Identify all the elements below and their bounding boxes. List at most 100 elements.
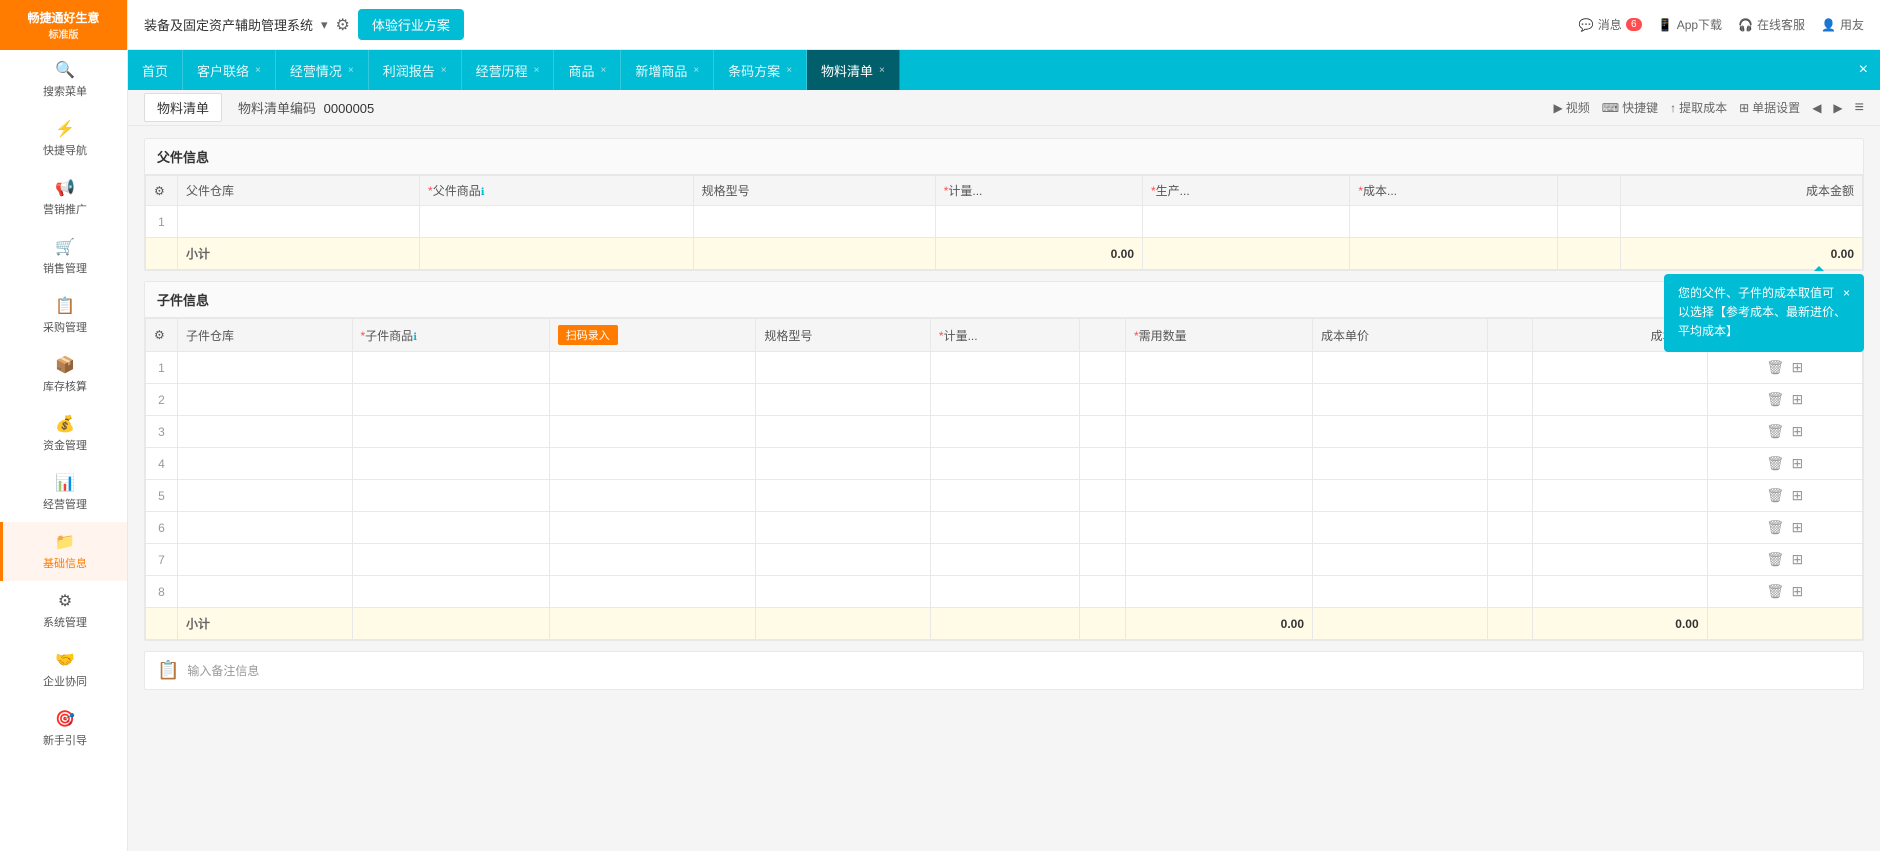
- child-row-2-product[interactable]: [352, 384, 549, 416]
- child-row-5-warehouse[interactable]: [178, 480, 353, 512]
- child-row-7-product[interactable]: [352, 544, 549, 576]
- child-row-2-qty[interactable]: [1126, 384, 1313, 416]
- child-row-4-spec[interactable]: [756, 448, 931, 480]
- parent-row-1-produce[interactable]: [1143, 206, 1350, 238]
- nav-tab-close-8[interactable]: ×: [879, 65, 885, 76]
- gear-icon[interactable]: ⚙: [336, 15, 350, 35]
- child-row-6-delete-icon[interactable]: 🗑: [1766, 519, 1784, 535]
- nav-tab-close-3[interactable]: ×: [441, 65, 447, 76]
- child-row-1-spec[interactable]: [756, 352, 931, 384]
- sidebar-item-3[interactable]: 🛒销售管理: [0, 227, 127, 286]
- sidebar-item-11[interactable]: 🎯新手引导: [0, 699, 127, 758]
- child-row-4-unit-price[interactable]: [1313, 448, 1488, 480]
- child-row-2-warehouse[interactable]: [178, 384, 353, 416]
- child-row-2-unit-price[interactable]: [1313, 384, 1488, 416]
- sidebar-item-5[interactable]: 📦库存核算: [0, 345, 127, 404]
- child-row-1-unit[interactable]: [930, 352, 1079, 384]
- child-row-5-unit[interactable]: [930, 480, 1079, 512]
- child-col-scan[interactable]: 扫码录入: [549, 319, 756, 352]
- child-row-6-unit[interactable]: [930, 512, 1079, 544]
- child-row-6-product[interactable]: [352, 512, 549, 544]
- nav-tab-4[interactable]: 经营历程×: [462, 50, 555, 90]
- child-row-5-delete-icon[interactable]: 🗑: [1766, 487, 1784, 503]
- child-row-5-spec[interactable]: [756, 480, 931, 512]
- child-row-7-warehouse[interactable]: [178, 544, 353, 576]
- child-row-8-product[interactable]: [352, 576, 549, 608]
- child-row-3-warehouse[interactable]: [178, 416, 353, 448]
- child-row-1-qty[interactable]: [1126, 352, 1313, 384]
- video-button[interactable]: ▶ 视频: [1554, 99, 1590, 116]
- child-row-1-product[interactable]: [352, 352, 549, 384]
- child-row-7-qty[interactable]: [1126, 544, 1313, 576]
- nav-close-all-button[interactable]: ×: [1847, 61, 1880, 79]
- nav-tab-2[interactable]: 经营情况×: [276, 50, 369, 90]
- parent-row-1-unit[interactable]: [935, 206, 1142, 238]
- try-button[interactable]: 体验行业方案: [358, 9, 464, 40]
- child-row-8-delete-icon[interactable]: 🗑: [1766, 583, 1784, 599]
- child-row-7-delete-icon[interactable]: 🗑: [1766, 551, 1784, 567]
- child-row-4-qty[interactable]: [1126, 448, 1313, 480]
- child-row-1-warehouse[interactable]: [178, 352, 353, 384]
- child-row-7-spec[interactable]: [756, 544, 931, 576]
- child-row-4-copy-icon[interactable]: ⊞: [1792, 455, 1804, 471]
- scan-button[interactable]: 扫码录入: [558, 325, 618, 345]
- dropdown-arrow-icon[interactable]: ▾: [321, 17, 328, 33]
- parent-row-1-spec[interactable]: [693, 206, 935, 238]
- child-row-7-unit-price[interactable]: [1313, 544, 1488, 576]
- child-row-3-unit[interactable]: [930, 416, 1079, 448]
- nav-tab-6[interactable]: 新增商品×: [621, 50, 714, 90]
- online-service-button[interactable]: 🎧 在线客服: [1738, 16, 1805, 33]
- child-row-3-product[interactable]: [352, 416, 549, 448]
- child-row-5-qty[interactable]: [1126, 480, 1313, 512]
- nav-tab-close-1[interactable]: ×: [255, 65, 261, 76]
- child-row-7-unit[interactable]: [930, 544, 1079, 576]
- nav-tab-3[interactable]: 利润报告×: [369, 50, 462, 90]
- child-row-6-warehouse[interactable]: [178, 512, 353, 544]
- nav-tab-close-7[interactable]: ×: [786, 65, 792, 76]
- sidebar-item-4[interactable]: 📋采购管理: [0, 286, 127, 345]
- app-download-button[interactable]: 📱 App下载: [1658, 16, 1722, 33]
- nav-tab-5[interactable]: 商品×: [554, 50, 621, 90]
- child-row-8-copy-icon[interactable]: ⊞: [1792, 583, 1804, 599]
- nav-tab-close-2[interactable]: ×: [348, 65, 354, 76]
- extract-cost-button[interactable]: ↑ 提取成本: [1670, 99, 1727, 116]
- nav-tab-8[interactable]: 物料清单×: [807, 50, 900, 90]
- child-row-4-warehouse[interactable]: [178, 448, 353, 480]
- sidebar-item-0[interactable]: 🔍搜索菜单: [0, 50, 127, 109]
- child-row-2-copy-icon[interactable]: ⊞: [1792, 391, 1804, 407]
- child-row-8-warehouse[interactable]: [178, 576, 353, 608]
- child-row-3-qty[interactable]: [1126, 416, 1313, 448]
- parent-row-1-cost[interactable]: [1350, 206, 1557, 238]
- child-row-4-unit[interactable]: [930, 448, 1079, 480]
- user-menu-button[interactable]: 👤 用友: [1821, 16, 1864, 33]
- nav-tab-1[interactable]: 客户联络×: [183, 50, 276, 90]
- sidebar-item-6[interactable]: 💰资金管理: [0, 404, 127, 463]
- child-row-1-copy-icon[interactable]: ⊞: [1792, 359, 1804, 375]
- child-row-6-unit-price[interactable]: [1313, 512, 1488, 544]
- child-row-5-product[interactable]: [352, 480, 549, 512]
- tooltip-close-button[interactable]: ×: [1843, 284, 1850, 303]
- child-row-2-spec[interactable]: [756, 384, 931, 416]
- sub-tab-code[interactable]: 物料清单编码 0000005: [226, 94, 386, 121]
- parent-col-settings[interactable]: ⚙: [146, 176, 178, 206]
- child-row-2-unit[interactable]: [930, 384, 1079, 416]
- child-row-3-unit-price[interactable]: [1313, 416, 1488, 448]
- child-row-8-spec[interactable]: [756, 576, 931, 608]
- nav-tab-7[interactable]: 条码方案×: [714, 50, 807, 90]
- child-col-settings[interactable]: ⚙: [146, 319, 178, 352]
- child-row-2-delete-icon[interactable]: 🗑: [1766, 391, 1784, 407]
- child-row-1-unit-price[interactable]: [1313, 352, 1488, 384]
- nav-tab-close-5[interactable]: ×: [600, 65, 606, 76]
- child-row-8-unit-price[interactable]: [1313, 576, 1488, 608]
- nav-prev-icon[interactable]: ◀: [1812, 101, 1821, 115]
- message-button[interactable]: 💬 消息 6: [1579, 16, 1642, 33]
- child-row-4-product[interactable]: [352, 448, 549, 480]
- child-row-8-unit[interactable]: [930, 576, 1079, 608]
- sidebar-item-2[interactable]: 📢营销推广: [0, 168, 127, 227]
- nav-tab-close-4[interactable]: ×: [534, 65, 540, 76]
- menu-expand-icon[interactable]: ≡: [1855, 99, 1864, 117]
- child-row-4-delete-icon[interactable]: 🗑: [1766, 455, 1784, 471]
- child-row-6-spec[interactable]: [756, 512, 931, 544]
- child-row-3-spec[interactable]: [756, 416, 931, 448]
- child-row-6-copy-icon[interactable]: ⊞: [1792, 519, 1804, 535]
